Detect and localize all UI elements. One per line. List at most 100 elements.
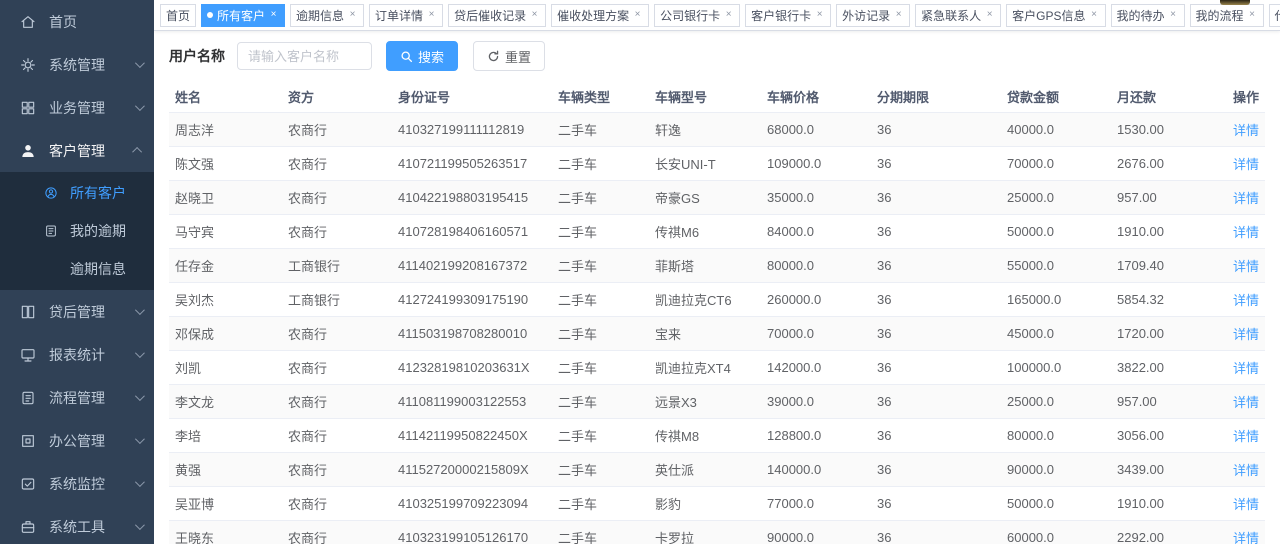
tab[interactable]: 客户银行卡 ×: [745, 4, 831, 27]
tab[interactable]: 首页: [160, 4, 196, 27]
sidebar-subitem[interactable]: 所有客户: [0, 174, 154, 212]
detail-link[interactable]: 详情: [1233, 361, 1259, 376]
cell-model: 轩逸: [649, 112, 761, 146]
table-row: 任存金 工商银行 411402199208167372 二手车 菲斯塔 8000…: [169, 248, 1265, 282]
cell-loan: 50000.0: [1001, 214, 1111, 248]
tab[interactable]: 订单详情 ×: [369, 4, 443, 27]
customer-circle-icon: [44, 186, 58, 200]
table-header-row: 姓名 资方 身份证号 车辆类型 车辆型号 车辆价格 分期期限 贷款金额 月还款 …: [169, 81, 1265, 112]
cell-term: 36: [871, 248, 1001, 282]
cell-monthly: 1709.40: [1111, 248, 1223, 282]
tab[interactable]: 公司银行卡 ×: [654, 4, 740, 27]
tab[interactable]: 我的流程 ×: [1190, 4, 1264, 27]
tab-label: 公司银行卡: [660, 7, 720, 24]
chevron-icon: [135, 477, 145, 487]
detail-link[interactable]: 详情: [1233, 531, 1259, 544]
cell-price: 128800.0: [761, 418, 871, 452]
detail-link[interactable]: 详情: [1233, 123, 1259, 138]
sidebar-item[interactable]: 系统工具: [0, 505, 154, 544]
tab[interactable]: 我的待办 ×: [1111, 4, 1185, 27]
cell-name: 王晓东: [169, 520, 282, 544]
search-button[interactable]: 搜索: [386, 41, 458, 71]
cell-model: 传祺M6: [649, 214, 761, 248]
col-header-term: 分期期限: [871, 81, 1001, 112]
sidebar-item[interactable]: 流程管理: [0, 376, 154, 419]
tab[interactable]: 客户GPS信息 ×: [1006, 4, 1105, 27]
close-icon[interactable]: ×: [426, 10, 437, 21]
sidebar-item-label: 首页: [49, 12, 77, 32]
detail-link[interactable]: 详情: [1233, 395, 1259, 410]
cell-monthly: 957.00: [1111, 384, 1223, 418]
close-icon[interactable]: ×: [723, 10, 734, 21]
detail-link[interactable]: 详情: [1233, 463, 1259, 478]
sidebar-item[interactable]: 系统管理: [0, 43, 154, 86]
cell-vehicle-type: 二手车: [552, 282, 649, 316]
sidebar-item[interactable]: 系统监控: [0, 462, 154, 505]
tab[interactable]: 催收处理方案 ×: [551, 4, 649, 27]
cell-loan: 70000.0: [1001, 146, 1111, 180]
close-icon[interactable]: ×: [1247, 10, 1258, 21]
detail-link[interactable]: 详情: [1233, 293, 1259, 308]
refresh-icon: [487, 50, 500, 63]
cell-term: 36: [871, 146, 1001, 180]
cell-model: 传祺M8: [649, 418, 761, 452]
cell-name: 周志洋: [169, 112, 282, 146]
sidebar-subitem[interactable]: 逾期信息: [0, 250, 154, 288]
cell-name: 陈文强: [169, 146, 282, 180]
content-area: 用户名称 搜索 重置 姓名: [154, 31, 1280, 544]
sidebar-item[interactable]: 首页: [0, 0, 154, 43]
cell-id: 411081199003122553: [392, 384, 552, 418]
sidebar-item[interactable]: 业务管理: [0, 86, 154, 129]
cell-name: 吴刘杰: [169, 282, 282, 316]
close-icon[interactable]: ×: [347, 10, 358, 21]
table-row: 刘凯 农商行 41232819810203631X 二手车 凯迪拉克XT4 14…: [169, 350, 1265, 384]
sidebar-item[interactable]: 办公管理: [0, 419, 154, 462]
cell-id: 410327199111112819: [392, 112, 552, 146]
sidebar-subitem[interactable]: 我的逾期: [0, 212, 154, 250]
cell-term: 36: [871, 316, 1001, 350]
detail-link[interactable]: 详情: [1233, 497, 1259, 512]
cell-id: 412724199309175190: [392, 282, 552, 316]
reset-button[interactable]: 重置: [473, 41, 545, 71]
chevron-icon: [135, 101, 145, 111]
detail-link[interactable]: 详情: [1233, 429, 1259, 444]
tab[interactable]: 紧急联系人 ×: [915, 4, 1001, 27]
cell-loan: 55000.0: [1001, 248, 1111, 282]
detail-link[interactable]: 详情: [1233, 259, 1259, 274]
col-header-id: 身份证号: [392, 81, 552, 112]
tab-label: 客户GPS信息: [1012, 7, 1085, 24]
tab[interactable]: 所有客户 ×: [201, 4, 285, 27]
tab-bar: 首页 所有客户 × 逾期信息 × 订单详情: [154, 0, 1280, 31]
sidebar-item-label: 贷后管理: [49, 302, 105, 322]
close-icon[interactable]: ×: [632, 10, 643, 21]
close-icon[interactable]: ×: [529, 10, 540, 21]
cell-vehicle-type: 二手车: [552, 418, 649, 452]
cell-price: 68000.0: [761, 112, 871, 146]
search-input[interactable]: [237, 42, 372, 70]
monitor-icon: [20, 476, 36, 492]
cell-name: 任存金: [169, 248, 282, 282]
close-icon[interactable]: ×: [1168, 10, 1179, 21]
table-row: 吴刘杰 工商银行 412724199309175190 二手车 凯迪拉克CT6 …: [169, 282, 1265, 316]
tab[interactable]: 外访记录 ×: [836, 4, 910, 27]
col-header-action: 操作: [1223, 81, 1265, 112]
detail-link[interactable]: 详情: [1233, 225, 1259, 240]
detail-link[interactable]: 详情: [1233, 191, 1259, 206]
sidebar-item[interactable]: 贷后管理: [0, 290, 154, 333]
cell-term: 36: [871, 350, 1001, 384]
close-icon[interactable]: ×: [893, 10, 904, 21]
sidebar-item[interactable]: 客户管理: [0, 129, 154, 172]
tab[interactable]: 逾期信息 ×: [290, 4, 364, 27]
detail-link[interactable]: 详情: [1233, 157, 1259, 172]
chevron-icon: [135, 520, 145, 530]
sidebar-item[interactable]: 报表统计: [0, 333, 154, 376]
tab[interactable]: 代签任务 ×: [1269, 4, 1280, 27]
close-icon[interactable]: ×: [1089, 10, 1100, 21]
chevron-icon: [132, 147, 142, 157]
tab[interactable]: 贷后催收记录 ×: [448, 4, 546, 27]
close-icon[interactable]: ×: [268, 10, 279, 21]
detail-link[interactable]: 详情: [1233, 327, 1259, 342]
close-icon[interactable]: ×: [984, 10, 995, 21]
table-row: 马守宾 农商行 410728198406160571 二手车 传祺M6 8400…: [169, 214, 1265, 248]
close-icon[interactable]: ×: [814, 10, 825, 21]
